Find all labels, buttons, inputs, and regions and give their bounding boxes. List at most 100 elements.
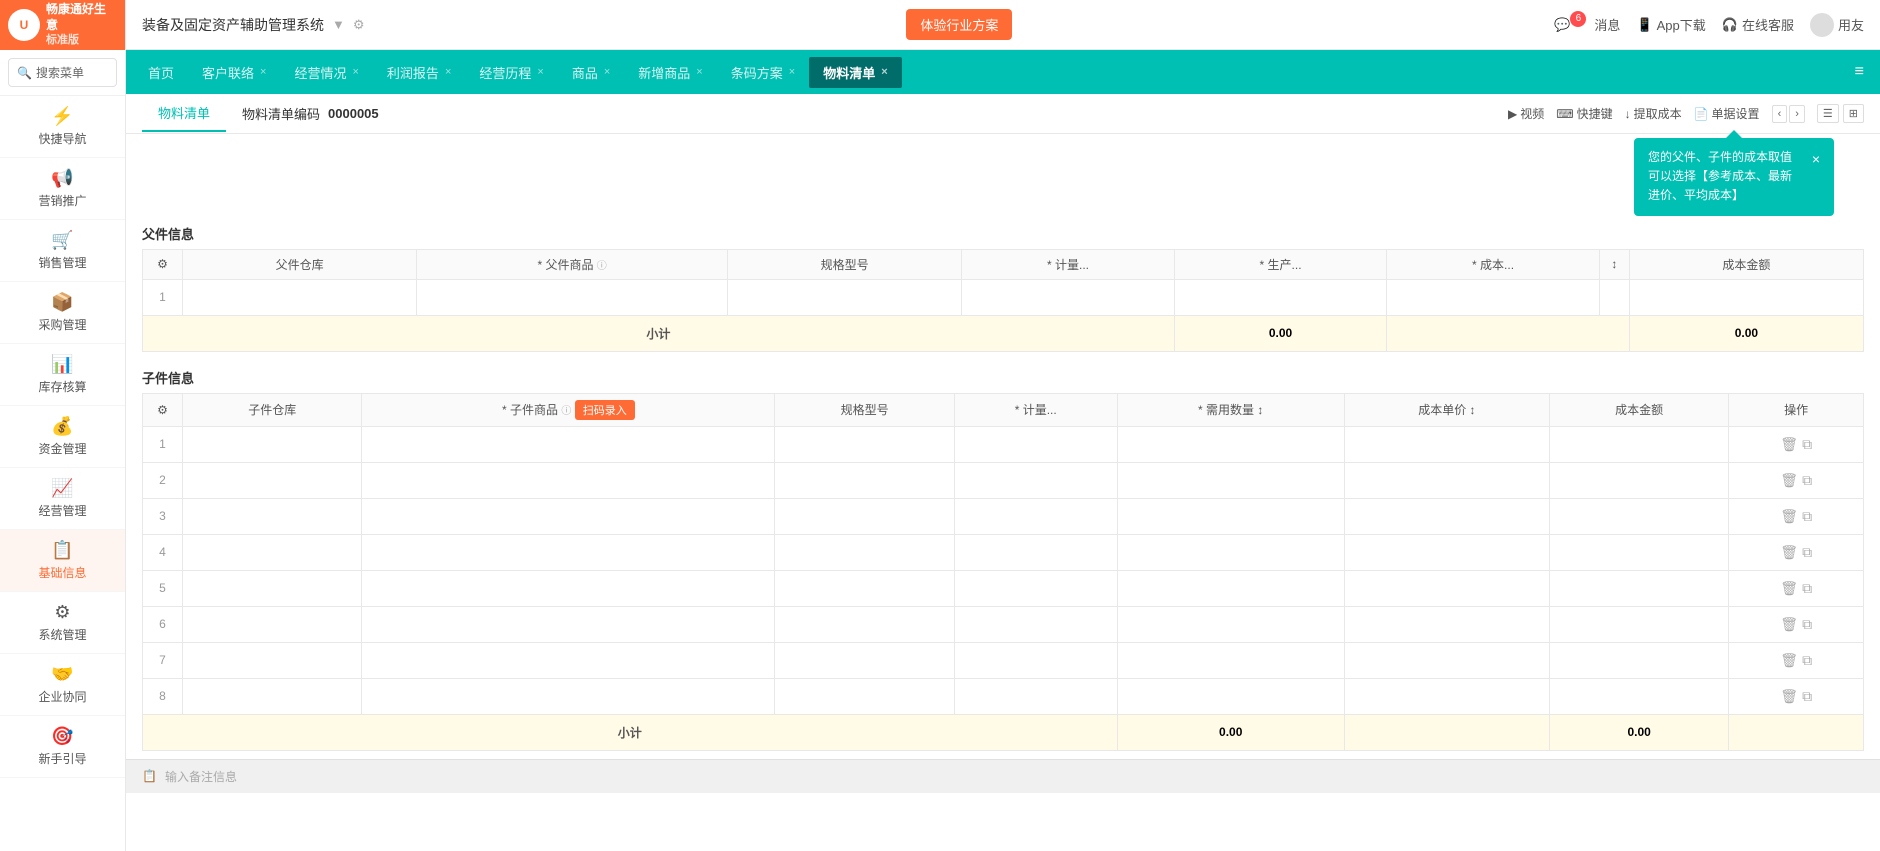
- delete-icon-row-6[interactable]: 🗑: [1780, 616, 1798, 633]
- search-menu-button[interactable]: 🔍 搜索菜单: [8, 58, 117, 87]
- child-row-1-product[interactable]: [362, 426, 775, 462]
- tab-profit[interactable]: 利润报告 ×: [373, 57, 465, 88]
- child-row-4-unit-price[interactable]: [1344, 534, 1549, 570]
- child-row-6-qty[interactable]: [1117, 606, 1344, 642]
- parent-row-1-production[interactable]: [1174, 279, 1387, 315]
- parent-row-1-unit[interactable]: [962, 279, 1175, 315]
- child-row-5-unit[interactable]: [954, 570, 1117, 606]
- sidebar-item-guide[interactable]: 🎯 新手引导: [0, 716, 125, 778]
- child-row-1-warehouse[interactable]: [183, 426, 362, 462]
- delete-icon-row-1[interactable]: 🗑: [1780, 436, 1798, 453]
- child-row-8-qty[interactable]: [1117, 678, 1344, 714]
- child-row-4-unit[interactable]: [954, 534, 1117, 570]
- sidebar-item-enterprise[interactable]: 🤝 企业协同: [0, 654, 125, 716]
- sidebar-item-marketing[interactable]: 📢 营销推广: [0, 158, 125, 220]
- child-row-4-qty[interactable]: [1117, 534, 1344, 570]
- close-tab-history[interactable]: ×: [537, 66, 543, 78]
- child-row-4-warehouse[interactable]: [183, 534, 362, 570]
- close-all-tabs[interactable]: ≡: [1847, 59, 1872, 85]
- sidebar-item-purchase[interactable]: 📦 采购管理: [0, 282, 125, 344]
- delete-icon-row-4[interactable]: 🗑: [1780, 544, 1798, 561]
- child-row-3-unit-price[interactable]: [1344, 498, 1549, 534]
- child-row-1-unit-price[interactable]: [1344, 426, 1549, 462]
- child-row-8-unit[interactable]: [954, 678, 1117, 714]
- dropdown-icon[interactable]: ▼: [332, 17, 345, 32]
- copy-icon-row-7[interactable]: ⧉: [1802, 652, 1812, 669]
- copy-icon-row-6[interactable]: ⧉: [1802, 616, 1812, 633]
- sub-tab-bom-list[interactable]: 物料清单: [142, 95, 226, 132]
- child-row-2-warehouse[interactable]: [183, 462, 362, 498]
- child-row-7-spec[interactable]: [775, 642, 954, 678]
- scan-input-button[interactable]: 扫码录入: [575, 400, 635, 420]
- delete-icon-row-7[interactable]: 🗑: [1780, 652, 1798, 669]
- tooltip-close-button[interactable]: ×: [1812, 148, 1820, 170]
- sidebar-item-system[interactable]: ⚙ 系统管理: [0, 592, 125, 654]
- sidebar-item-basic-info[interactable]: 📋 基础信息: [0, 530, 125, 592]
- parent-row-1-cost[interactable]: [1387, 279, 1600, 315]
- child-row-2-spec[interactable]: [775, 462, 954, 498]
- child-row-8-spec[interactable]: [775, 678, 954, 714]
- extract-cost-button[interactable]: ↓ 提取成本: [1625, 105, 1682, 122]
- single-settings-button[interactable]: 📄 单据设置: [1694, 105, 1760, 122]
- child-row-5-product[interactable]: [362, 570, 775, 606]
- child-row-8-warehouse[interactable]: [183, 678, 362, 714]
- close-tab-barcode[interactable]: ×: [789, 66, 795, 78]
- child-row-5-spec[interactable]: [775, 570, 954, 606]
- tab-bom[interactable]: 物料清单 ×: [809, 57, 901, 88]
- child-row-7-product[interactable]: [362, 642, 775, 678]
- tab-barcode[interactable]: 条码方案 ×: [717, 57, 809, 88]
- parent-row-1-product[interactable]: [417, 279, 728, 315]
- prev-arrow[interactable]: ‹: [1772, 105, 1788, 123]
- child-row-7-unit-price[interactable]: [1344, 642, 1549, 678]
- child-row-6-unit[interactable]: [954, 606, 1117, 642]
- child-row-8-unit-price[interactable]: [1344, 678, 1549, 714]
- child-row-1-spec[interactable]: [775, 426, 954, 462]
- child-row-2-qty[interactable]: [1117, 462, 1344, 498]
- child-row-3-product[interactable]: [362, 498, 775, 534]
- delete-icon-row-8[interactable]: 🗑: [1780, 688, 1798, 705]
- view-button[interactable]: ▶ 视频: [1508, 105, 1544, 122]
- child-row-4-product[interactable]: [362, 534, 775, 570]
- user-profile-button[interactable]: 用友: [1810, 13, 1864, 37]
- tab-home[interactable]: 首页: [134, 57, 188, 88]
- delete-icon-row-2[interactable]: 🗑: [1780, 472, 1798, 489]
- child-row-6-unit-price[interactable]: [1344, 606, 1549, 642]
- child-row-7-unit[interactable]: [954, 642, 1117, 678]
- close-tab-business[interactable]: ×: [352, 66, 358, 78]
- app-download-button[interactable]: 📱 App下载: [1636, 15, 1705, 34]
- copy-icon-row-8[interactable]: ⧉: [1802, 688, 1812, 705]
- close-tab-bom[interactable]: ×: [881, 66, 887, 78]
- copy-icon-row-1[interactable]: ⧉: [1802, 436, 1812, 453]
- tab-history[interactable]: 经营历程 ×: [465, 57, 557, 88]
- sidebar-item-inventory[interactable]: 📊 库存核算: [0, 344, 125, 406]
- close-tab-profit[interactable]: ×: [445, 66, 451, 78]
- grid-view-button[interactable]: ⊞: [1843, 104, 1864, 123]
- copy-icon-row-5[interactable]: ⧉: [1802, 580, 1812, 597]
- delete-icon-row-3[interactable]: 🗑: [1780, 508, 1798, 525]
- child-row-2-unit[interactable]: [954, 462, 1117, 498]
- child-row-6-spec[interactable]: [775, 606, 954, 642]
- child-row-5-warehouse[interactable]: [183, 570, 362, 606]
- child-row-6-product[interactable]: [362, 606, 775, 642]
- sidebar-item-sales[interactable]: 🛒 销售管理: [0, 220, 125, 282]
- parent-row-1-warehouse[interactable]: [183, 279, 417, 315]
- settings-icon[interactable]: ⚙: [353, 17, 365, 33]
- close-tab-new-product[interactable]: ×: [696, 66, 702, 78]
- child-row-3-warehouse[interactable]: [183, 498, 362, 534]
- child-row-3-qty[interactable]: [1117, 498, 1344, 534]
- child-row-1-unit[interactable]: [954, 426, 1117, 462]
- sidebar-item-quick-nav[interactable]: ⚡ 快捷导航: [0, 96, 125, 158]
- child-row-7-qty[interactable]: [1117, 642, 1344, 678]
- child-row-8-product[interactable]: [362, 678, 775, 714]
- copy-icon-row-4[interactable]: ⧉: [1802, 544, 1812, 561]
- list-view-button[interactable]: ☰: [1817, 104, 1839, 123]
- child-row-6-warehouse[interactable]: [183, 606, 362, 642]
- next-arrow[interactable]: ›: [1789, 105, 1805, 123]
- tab-customer[interactable]: 客户联络 ×: [188, 57, 280, 88]
- tab-business[interactable]: 经营情况 ×: [280, 57, 372, 88]
- delete-icon-row-5[interactable]: 🗑: [1780, 580, 1798, 597]
- copy-icon-row-2[interactable]: ⧉: [1802, 472, 1812, 489]
- child-row-4-spec[interactable]: [775, 534, 954, 570]
- shortcut-button[interactable]: ⌨ 快捷键: [1556, 105, 1612, 122]
- parent-row-1-spec[interactable]: [728, 279, 962, 315]
